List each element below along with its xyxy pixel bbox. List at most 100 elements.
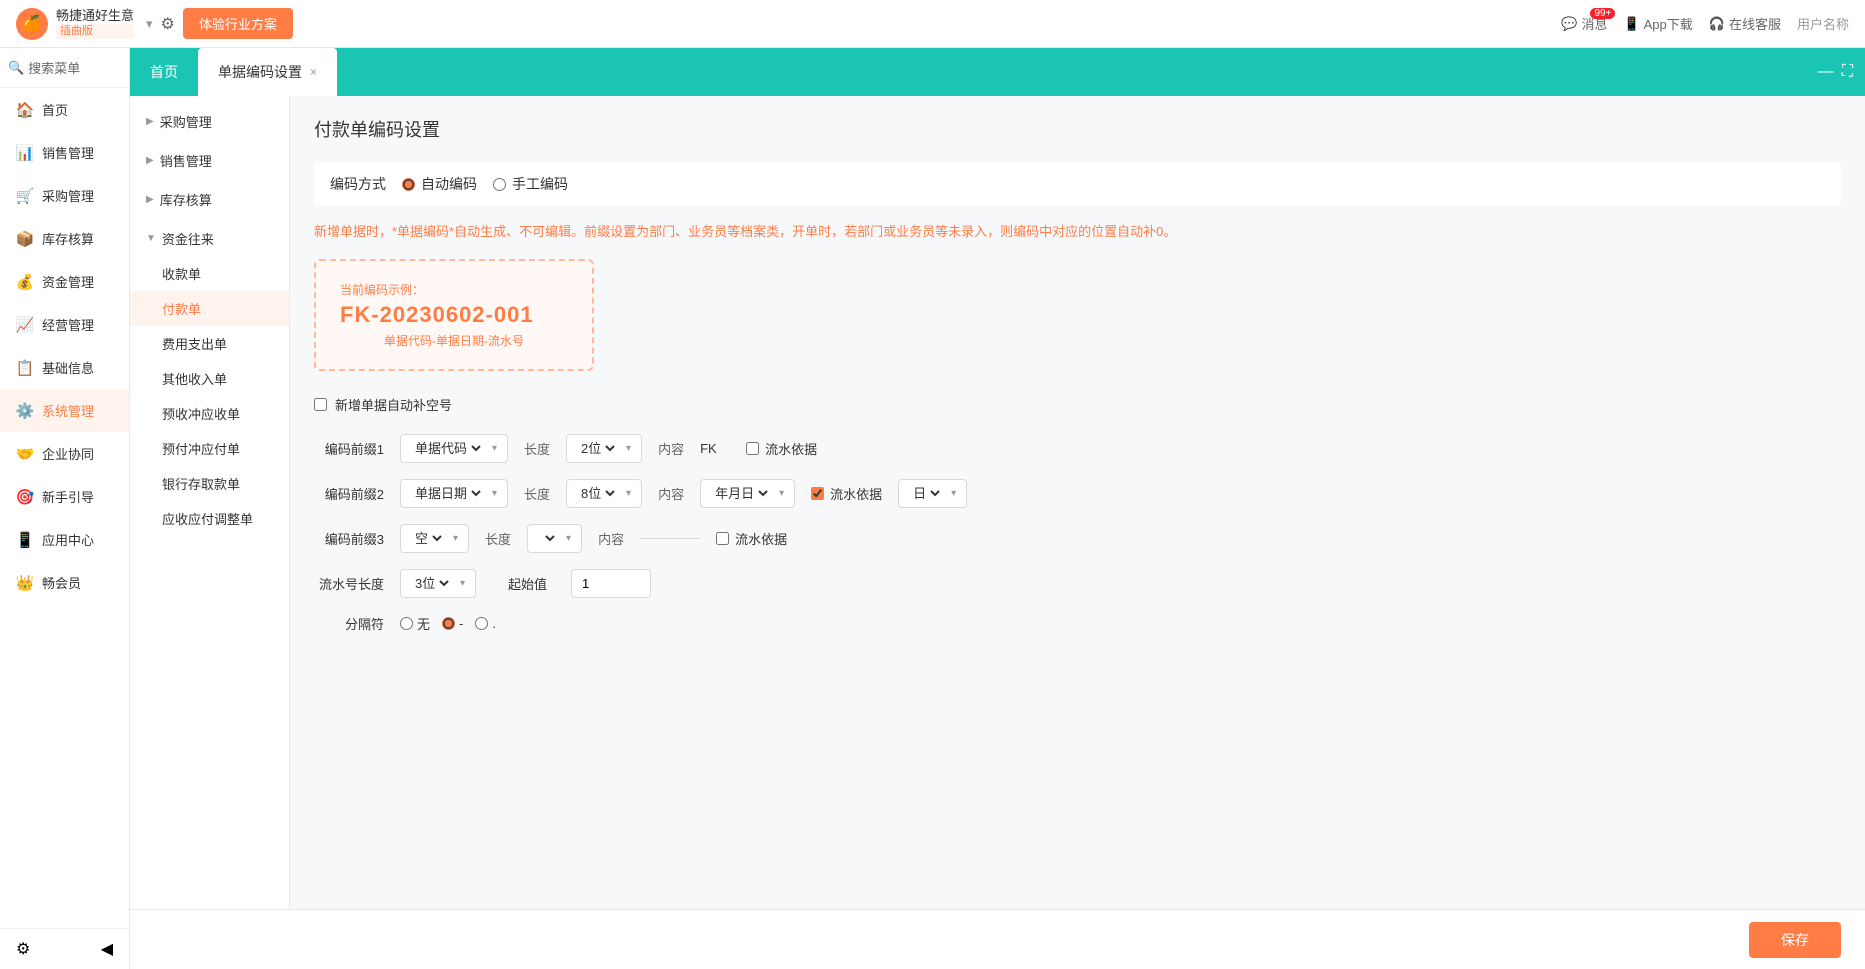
prefix2-stream-checkbox[interactable]: 流水依据 [811,484,882,503]
save-button[interactable]: 保存 [1749,922,1841,958]
prefix2-content-select-input[interactable]: 年月日 [711,485,771,502]
code-preview-value: FK-20230602-001 [340,302,568,328]
sidebar-settings-icon[interactable]: ⚙ [16,939,30,959]
prefix2-stream-unit-select[interactable]: 日 ▾ [898,479,967,508]
prefix2-length-select[interactable]: 8位 ▾ [566,479,642,508]
app-download-button[interactable]: 📱 App下载 [1623,14,1692,33]
left-nav-item-payment[interactable]: 付款单 [130,291,289,326]
sidebar-collapse-icon[interactable]: ◀ [101,939,113,959]
prefix2-content-dropdown-icon: ▾ [779,488,784,499]
left-nav-capital-title[interactable]: ▼ 资金往来 [130,221,289,256]
prefix3-length-select-input[interactable] [538,530,558,547]
sidebar-item-operation[interactable]: 📈 经营管理 [0,303,129,346]
manual-encoding-radio[interactable] [493,178,506,191]
prefix2-select[interactable]: 单据日期 ▾ [400,479,508,508]
serial-length-select[interactable]: 3位 ▾ [400,569,476,598]
sidebar-item-enterprise[interactable]: 🤝 企业协同 [0,432,129,475]
settings-icon[interactable]: ⚙ [161,14,175,34]
user-info: 用户名称 [1797,14,1849,33]
prefix2-length-label: 长度 [524,484,550,503]
basic-icon: 📋 [16,359,34,377]
page-content: ▶ 采购管理 ▶ 销售管理 ▶ 库存核算 [130,96,1865,909]
sep-dash-option[interactable]: - [442,616,463,631]
tab-close-icon[interactable]: × [310,65,317,79]
trial-button[interactable]: 体验行业方案 [183,8,293,39]
message-badge: 99+ [1590,8,1615,19]
prefix2-length-select-input[interactable]: 8位 [577,485,618,502]
home-icon: 🏠 [16,101,34,119]
sidebar-item-app-center[interactable]: 📱 应用中心 [0,518,129,561]
prefix1-select[interactable]: 单据代码 ▾ [400,434,508,463]
left-nav-item-receipt[interactable]: 收款单 [130,256,289,291]
online-service-button[interactable]: 🎧 在线客服 [1709,14,1781,33]
sep-dot-radio[interactable] [475,617,488,630]
logo-text: 畅捷通好生意 插曲版 [56,8,134,39]
auto-fill-label: 新增单据自动补空号 [335,395,452,414]
prefix1-length-select-input[interactable]: 2位 [577,440,618,457]
left-nav-item-other-income[interactable]: 其他收入单 [130,361,289,396]
sidebar-item-inventory[interactable]: 📦 库存核算 [0,217,129,260]
prefix3-select-input[interactable]: 空 [411,530,445,547]
prefix2-stream-input[interactable] [811,487,824,500]
sidebar-item-newbie[interactable]: 🎯 新手引导 [0,475,129,518]
prefix3-stream-input[interactable] [716,532,729,545]
prefix2-stream-unit-select-input[interactable]: 日 [909,485,943,502]
top-bar: 🍊 畅捷通好生意 插曲版 ▾ ⚙ 体验行业方案 💬 消息 99+ 📱 App下载… [0,0,1865,48]
sidebar-item-basic[interactable]: 📋 基础信息 [0,346,129,389]
left-nav-sales-title[interactable]: ▶ 销售管理 [130,143,289,178]
left-nav-item-adjustment[interactable]: 应收应付调整单 [130,501,289,536]
info-text: 新增单据时，*单据编码*自动生成、不可编辑。前缀设置为部门、业务员等档案类，开单… [314,222,1841,243]
sep-none-option[interactable]: 无 [400,614,430,633]
left-nav-inventory-title[interactable]: ▶ 库存核算 [130,182,289,217]
sep-dot-option[interactable]: . [475,616,496,631]
left-nav-item-bank[interactable]: 银行存取款单 [130,466,289,501]
sidebar-item-home[interactable]: 🏠 首页 [0,88,129,131]
prefix3-stream-checkbox[interactable]: 流水依据 [716,529,787,548]
prefix1-stream-checkbox[interactable]: 流水依据 [746,439,817,458]
left-nav-item-expense[interactable]: 费用支出单 [130,326,289,361]
capital-icon: 💰 [16,273,34,291]
sep-dash-radio[interactable] [442,617,455,630]
search-menu[interactable]: 🔍 搜索菜单 [0,48,129,88]
prefix1-select-input[interactable]: 单据代码 [411,440,484,457]
bottom-bar: 保存 [130,909,1865,969]
sep-none-radio[interactable] [400,617,413,630]
left-nav-purchase-title[interactable]: ▶ 采购管理 [130,104,289,139]
prefix3-select[interactable]: 空 ▾ [400,524,469,553]
prefix2-content-select[interactable]: 年月日 ▾ [700,479,795,508]
left-nav-item-pre-receipt[interactable]: 预收冲应收单 [130,396,289,431]
serial-length-label: 流水号长度 [314,574,384,593]
encoding-method-row: 编码方式 自动编码 手工编码 [314,162,1841,206]
nav-dropdown[interactable]: ▾ [146,16,153,32]
sidebar-item-system[interactable]: ⚙️ 系统管理 [0,389,129,432]
tab-maximize-icon[interactable]: ⛶ [1842,63,1853,81]
sidebar-item-sales[interactable]: 📊 销售管理 [0,131,129,174]
sidebar-item-purchase[interactable]: 🛒 采购管理 [0,174,129,217]
prefix3-dropdown-icon: ▾ [453,533,458,544]
newbie-icon: 🎯 [16,488,34,506]
chevron-down-icon: ▼ [146,233,156,244]
prefix1-length-select[interactable]: 2位 ▾ [566,434,642,463]
prefix2-select-input[interactable]: 单据日期 [411,485,484,502]
tab-encoding-settings[interactable]: 单据编码设置 × [198,48,337,96]
manual-encoding-option[interactable]: 手工编码 [493,174,568,194]
auto-encoding-radio[interactable] [402,178,415,191]
sidebar-bottom: ⚙ ◀ [0,928,129,969]
left-nav-item-pre-payment[interactable]: 预付冲应付单 [130,431,289,466]
chevron-right-icon: ▶ [146,116,154,127]
auto-fill-checkbox[interactable] [314,398,327,411]
prefix1-content-value: FK [700,441,730,456]
tab-minimize-icon[interactable]: — [1818,63,1834,81]
sidebar: 🔍 搜索菜单 🏠 首页 📊 销售管理 🛒 采购管理 📦 库存核算 💰 [0,48,130,969]
start-value-input[interactable] [571,569,651,598]
sidebar-item-capital[interactable]: 💰 资金管理 [0,260,129,303]
prefix1-stream-input[interactable] [746,442,759,455]
serial-length-select-input[interactable]: 3位 [411,575,452,592]
sidebar-item-member[interactable]: 👑 畅会员 [0,561,129,604]
auto-encoding-option[interactable]: 自动编码 [402,174,477,194]
message-button[interactable]: 💬 消息 99+ [1561,14,1607,33]
prefix3-length-select[interactable]: ▾ [527,524,582,553]
tab-home[interactable]: 首页 [130,48,198,96]
separator-row: 分隔符 无 - . [314,614,1841,633]
system-icon: ⚙️ [16,402,34,420]
